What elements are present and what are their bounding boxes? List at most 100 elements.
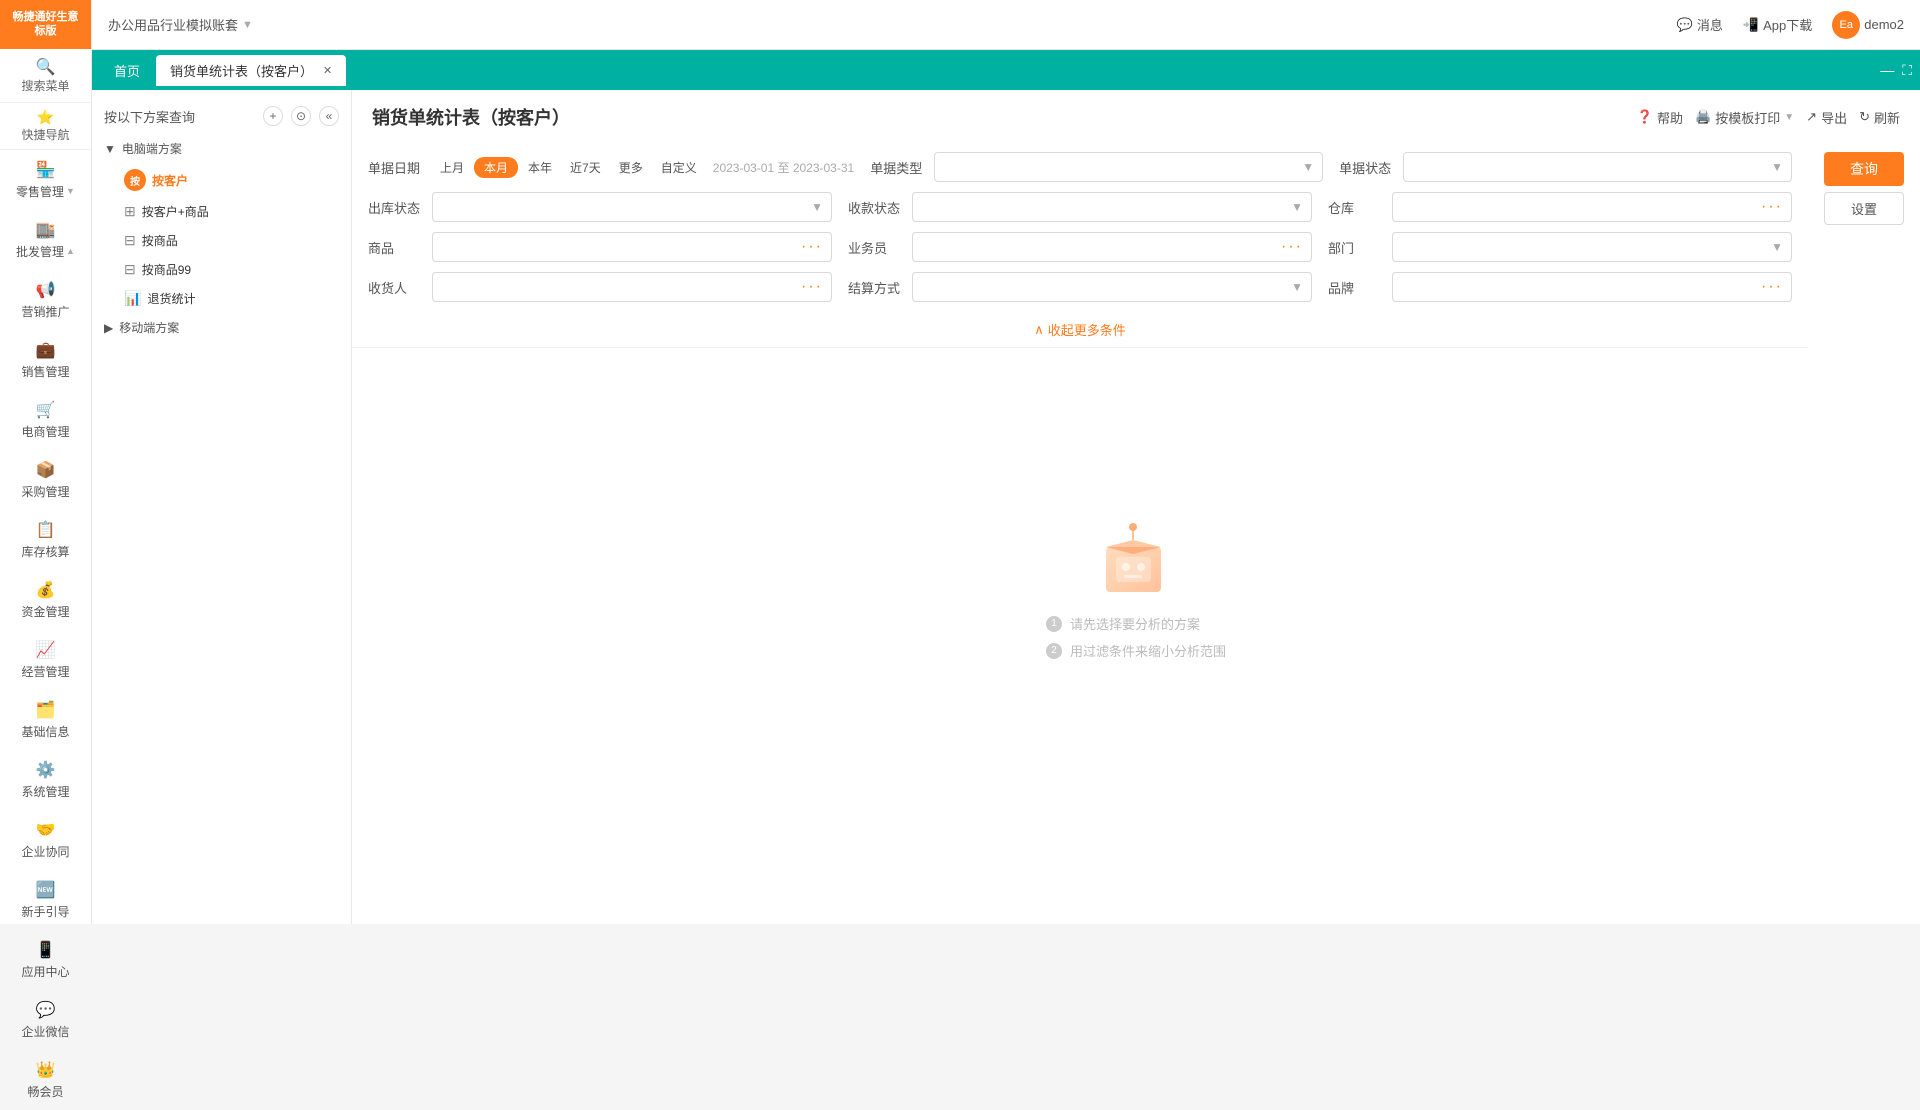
sidebar-item-finance[interactable]: 💰 资金管理 bbox=[0, 570, 91, 630]
scheme-item-goods[interactable]: ⊟ 按商品 bbox=[92, 226, 351, 255]
warehouse-input[interactable]: ··· bbox=[1392, 192, 1792, 222]
goods-input[interactable]: ··· bbox=[432, 232, 832, 262]
setting-button[interactable]: 设置 bbox=[1824, 192, 1904, 225]
brand-input[interactable]: ··· bbox=[1392, 272, 1792, 302]
mobile-category[interactable]: ▶ 移动端方案 bbox=[92, 313, 351, 342]
user-profile[interactable]: Ea demo2 bbox=[1832, 11, 1904, 39]
tab-close-icon[interactable]: ✕ bbox=[323, 64, 332, 77]
pay-input[interactable]: ▼ bbox=[912, 192, 1312, 222]
sidebar-item-retail[interactable]: 🏪 零售管理 ▼ bbox=[0, 150, 91, 210]
receiver-dots-icon: ··· bbox=[801, 278, 823, 296]
sidebar-item-marketing[interactable]: 📢 营销推广 bbox=[0, 270, 91, 330]
desktop-category[interactable]: ▼ 电脑端方案 bbox=[92, 134, 351, 163]
date-btn-last-month[interactable]: 上月 bbox=[432, 156, 472, 179]
marketing-icon: 📢 bbox=[36, 280, 56, 300]
export-button[interactable]: ↗ 导出 bbox=[1806, 108, 1847, 127]
refresh-button[interactable]: ↻ 刷新 bbox=[1859, 108, 1900, 127]
filter-row-date: 单据日期 上月 本月 本年 近7天 更多 自定义 20 bbox=[368, 152, 1792, 182]
empty-icon bbox=[1086, 512, 1186, 602]
mobile-category-label: 移动端方案 bbox=[119, 319, 179, 336]
account-dropdown[interactable]: 办公用品行业模拟账套 ▼ bbox=[108, 15, 253, 34]
sidebar-item-guide[interactable]: 🆕 新手引导 bbox=[0, 870, 91, 930]
sidebar-item-wechat[interactable]: 💬 企业微信 bbox=[0, 990, 91, 1050]
sidebar-item-inventory[interactable]: 📋 库存核算 bbox=[0, 510, 91, 570]
sidebar-item-basics[interactable]: 🗂️ 基础信息 bbox=[0, 690, 91, 750]
page-title: 销货单统计表（按客户） bbox=[372, 104, 570, 130]
brand-label: 品牌 bbox=[1328, 278, 1384, 297]
left-sidebar: 畅捷通好生意 标版 🔍 搜索菜单 ⭐ 快捷导航 🏪 零售管理 ▼ 🏬 批发管理 … bbox=[0, 0, 92, 924]
date-btn-more[interactable]: 更多 bbox=[611, 156, 651, 179]
print-button[interactable]: 🖨️ 按模板打印 ▼ bbox=[1695, 108, 1794, 127]
warehouse-label: 仓库 bbox=[1328, 198, 1384, 217]
search-menu[interactable]: 🔍 搜索菜单 bbox=[0, 49, 91, 103]
salesman-label: 业务员 bbox=[848, 238, 904, 257]
out-chevron-icon: ▼ bbox=[811, 200, 823, 214]
scheme-label-customer: 按客户 bbox=[152, 172, 188, 189]
date-picker[interactable]: 上月 本月 本年 近7天 更多 自定义 2023-03-01 至 2023-03… bbox=[432, 156, 854, 179]
empty-tip-2: 2 用过滤条件来缩小分析范围 bbox=[1046, 641, 1226, 660]
collapse-button[interactable]: ∧ 收起更多条件 bbox=[368, 312, 1792, 347]
query-button[interactable]: 查询 bbox=[1824, 152, 1904, 186]
brand-dots-icon: ··· bbox=[1761, 278, 1783, 296]
scheme-item-customer-goods[interactable]: ⊞ 按客户+商品 bbox=[92, 197, 351, 226]
out-label: 出库状态 bbox=[368, 198, 424, 217]
filter-row-4: 收货人 ··· 结算方式 ▼ bbox=[368, 272, 1792, 302]
date-filter: 单据日期 上月 本月 本年 近7天 更多 自定义 20 bbox=[368, 156, 854, 179]
sidebar-item-ecommerce[interactable]: 🛒 电商管理 bbox=[0, 390, 91, 450]
type-input[interactable]: ▼ bbox=[934, 152, 1323, 182]
sidebar-item-system[interactable]: ⚙️ 系统管理 bbox=[0, 750, 91, 810]
date-btn-7days[interactable]: 近7天 bbox=[562, 156, 609, 179]
date-btn-this-year[interactable]: 本年 bbox=[520, 156, 560, 179]
out-input[interactable]: ▼ bbox=[432, 192, 832, 222]
settings-scheme-button[interactable]: ⊙ bbox=[291, 106, 311, 126]
app-download-button[interactable]: 📲 App下载 bbox=[1743, 15, 1812, 34]
quick-nav[interactable]: ⭐ 快捷导航 bbox=[0, 103, 91, 150]
content-area: 按以下方案查询 + ⊙ « ▼ 电脑端方案 按 按客户 ⊞ 按客户+商品 bbox=[92, 90, 1920, 924]
tab-minimize-icon[interactable]: — bbox=[1880, 62, 1894, 78]
date-btn-this-month[interactable]: 本月 bbox=[474, 157, 518, 178]
sidebar-item-purchase[interactable]: 📦 采购管理 bbox=[0, 450, 91, 510]
scheme-item-customer[interactable]: 按 按客户 bbox=[92, 163, 351, 197]
out-filter: 出库状态 ▼ bbox=[368, 192, 832, 222]
help-button[interactable]: ❓ 帮助 bbox=[1637, 108, 1683, 127]
sidebar-item-cooperation[interactable]: 🤝 企业协同 bbox=[0, 810, 91, 870]
sidebar-item-wholesale[interactable]: 🏬 批发管理 ▲ bbox=[0, 210, 91, 270]
filter-and-actions: 单据日期 上月 本月 本年 近7天 更多 自定义 20 bbox=[352, 140, 1920, 348]
type-filter: 单据类型 ▼ bbox=[870, 152, 1323, 182]
salesman-input[interactable]: ··· bbox=[912, 232, 1312, 262]
date-range-display: 2023-03-01 至 2023-03-31 bbox=[713, 159, 854, 176]
avatar: Ea bbox=[1832, 11, 1860, 39]
sidebar-item-management[interactable]: 📈 经营管理 bbox=[0, 630, 91, 690]
dept-label: 部门 bbox=[1328, 238, 1384, 257]
status-input[interactable]: ▼ bbox=[1403, 152, 1792, 182]
status-chevron-icon: ▼ bbox=[1771, 160, 1783, 174]
sidebar-item-apps[interactable]: 📱 应用中心 bbox=[0, 930, 91, 990]
app-logo: 畅捷通好生意 标版 bbox=[0, 0, 91, 49]
scheme-item-goods99[interactable]: ⊟ 按商品99 bbox=[92, 255, 351, 284]
collapse-scheme-button[interactable]: « bbox=[319, 106, 339, 126]
scheme-label-goods: 按商品 bbox=[142, 232, 178, 249]
date-label: 单据日期 bbox=[368, 158, 424, 177]
settle-input[interactable]: ▼ bbox=[912, 272, 1312, 302]
add-scheme-button[interactable]: + bbox=[263, 106, 283, 126]
date-btn-custom[interactable]: 自定义 bbox=[653, 156, 705, 179]
scheme-panel: 按以下方案查询 + ⊙ « ▼ 电脑端方案 按 按客户 ⊞ 按客户+商品 bbox=[92, 90, 352, 924]
sidebar-item-sales[interactable]: 💼 销售管理 bbox=[0, 330, 91, 390]
sidebar-item-member[interactable]: 👑 畅会员 bbox=[0, 1050, 91, 1110]
collapse-icon: ∧ bbox=[1034, 322, 1044, 338]
tab-home[interactable]: 首页 bbox=[100, 55, 154, 86]
message-button[interactable]: 💬 消息 bbox=[1677, 15, 1723, 34]
receiver-label: 收货人 bbox=[368, 278, 424, 297]
tab-maximize-icon[interactable]: ⛶ bbox=[1902, 62, 1912, 79]
scheme-item-returns[interactable]: 📊 退货统计 bbox=[92, 284, 351, 313]
settle-chevron-icon: ▼ bbox=[1291, 280, 1303, 294]
account-chevron-icon: ▼ bbox=[242, 19, 253, 31]
tab-sales-report[interactable]: 销货单统计表（按客户） ✕ bbox=[156, 55, 346, 86]
type-chevron-icon: ▼ bbox=[1302, 160, 1314, 174]
receiver-input[interactable]: ··· bbox=[432, 272, 832, 302]
dept-filter: 部门 ▼ bbox=[1328, 232, 1792, 262]
pay-filter: 收款状态 ▼ bbox=[848, 192, 1312, 222]
action-section: 查询 设置 bbox=[1808, 140, 1920, 348]
scheme-label-returns: 退货统计 bbox=[147, 290, 195, 307]
dept-input[interactable]: ▼ bbox=[1392, 232, 1792, 262]
